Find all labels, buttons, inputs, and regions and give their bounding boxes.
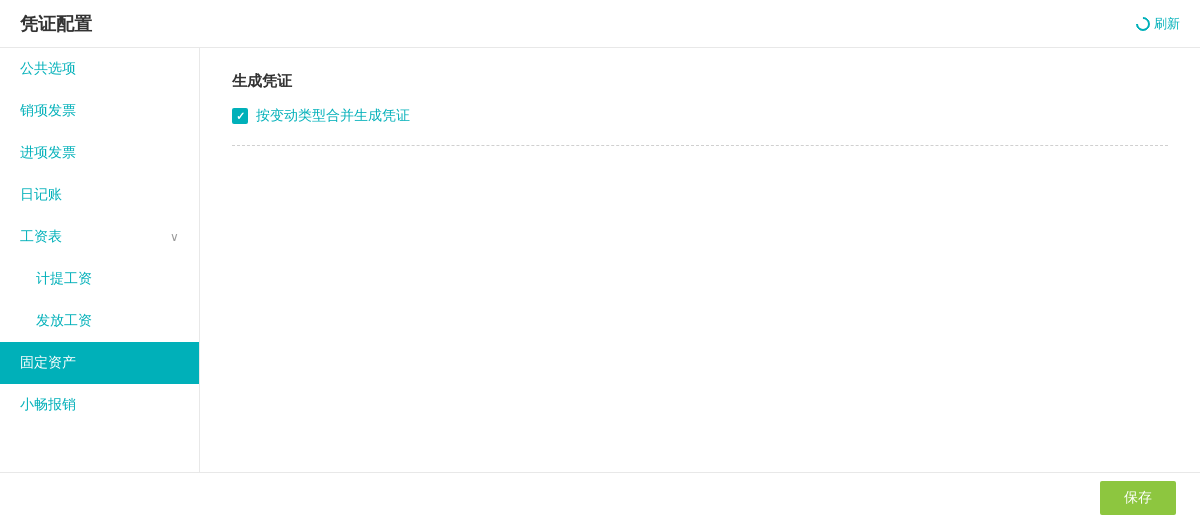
- refresh-icon: [1133, 14, 1153, 34]
- content-area: 生成凭证 按变动类型合并生成凭证: [200, 48, 1200, 472]
- header: 凭证配置 刷新: [0, 0, 1200, 48]
- chevron-down-icon: ∨: [170, 230, 179, 244]
- sidebar-item-public[interactable]: 公共选项: [0, 48, 199, 90]
- sidebar-item-label: 工资表: [20, 228, 62, 246]
- sidebar-item-expense[interactable]: 小畅报销: [0, 384, 199, 426]
- save-button[interactable]: 保存: [1100, 481, 1176, 515]
- sidebar-item-label: 计提工资: [36, 270, 92, 288]
- sidebar-item-label: 固定资产: [20, 354, 76, 372]
- footer: 保存: [0, 472, 1200, 522]
- sidebar-item-commission[interactable]: 计提工资: [0, 258, 199, 300]
- sidebar-item-label: 小畅报销: [20, 396, 76, 414]
- checkbox-row[interactable]: 按变动类型合并生成凭证: [232, 107, 1168, 125]
- main-layout: 公共选项销项发票进项发票日记账工资表 ∨ 计提工资发放工资固定资产小畅报销 生成凭证…: [0, 48, 1200, 472]
- sidebar-item-journal[interactable]: 日记账: [0, 174, 199, 216]
- sidebar-item-payroll[interactable]: 工资表 ∨: [0, 216, 199, 258]
- refresh-label: 刷新: [1154, 15, 1180, 33]
- sidebar-item-label: 公共选项: [20, 60, 76, 78]
- merge-checkbox[interactable]: [232, 108, 248, 124]
- sidebar: 公共选项销项发票进项发票日记账工资表 ∨ 计提工资发放工资固定资产小畅报销: [0, 48, 200, 472]
- refresh-button[interactable]: 刷新: [1136, 15, 1180, 33]
- sidebar-item-label: 进项发票: [20, 144, 76, 162]
- sidebar-item-fixed-assets[interactable]: 固定资产: [0, 342, 199, 384]
- checkbox-label: 按变动类型合并生成凭证: [256, 107, 410, 125]
- sidebar-item-label: 销项发票: [20, 102, 76, 120]
- sidebar-item-sales-invoice[interactable]: 销项发票: [0, 90, 199, 132]
- sidebar-item-purchase-invoice[interactable]: 进项发票: [0, 132, 199, 174]
- page-title: 凭证配置: [20, 12, 92, 36]
- section-title: 生成凭证: [232, 72, 1168, 91]
- divider: [232, 145, 1168, 146]
- sidebar-item-label: 日记账: [20, 186, 62, 204]
- sidebar-item-salary[interactable]: 发放工资: [0, 300, 199, 342]
- page-wrapper: 凭证配置 刷新 公共选项销项发票进项发票日记账工资表 ∨ 计提工资发放工资固定资产小…: [0, 0, 1200, 522]
- sidebar-item-label: 发放工资: [36, 312, 92, 330]
